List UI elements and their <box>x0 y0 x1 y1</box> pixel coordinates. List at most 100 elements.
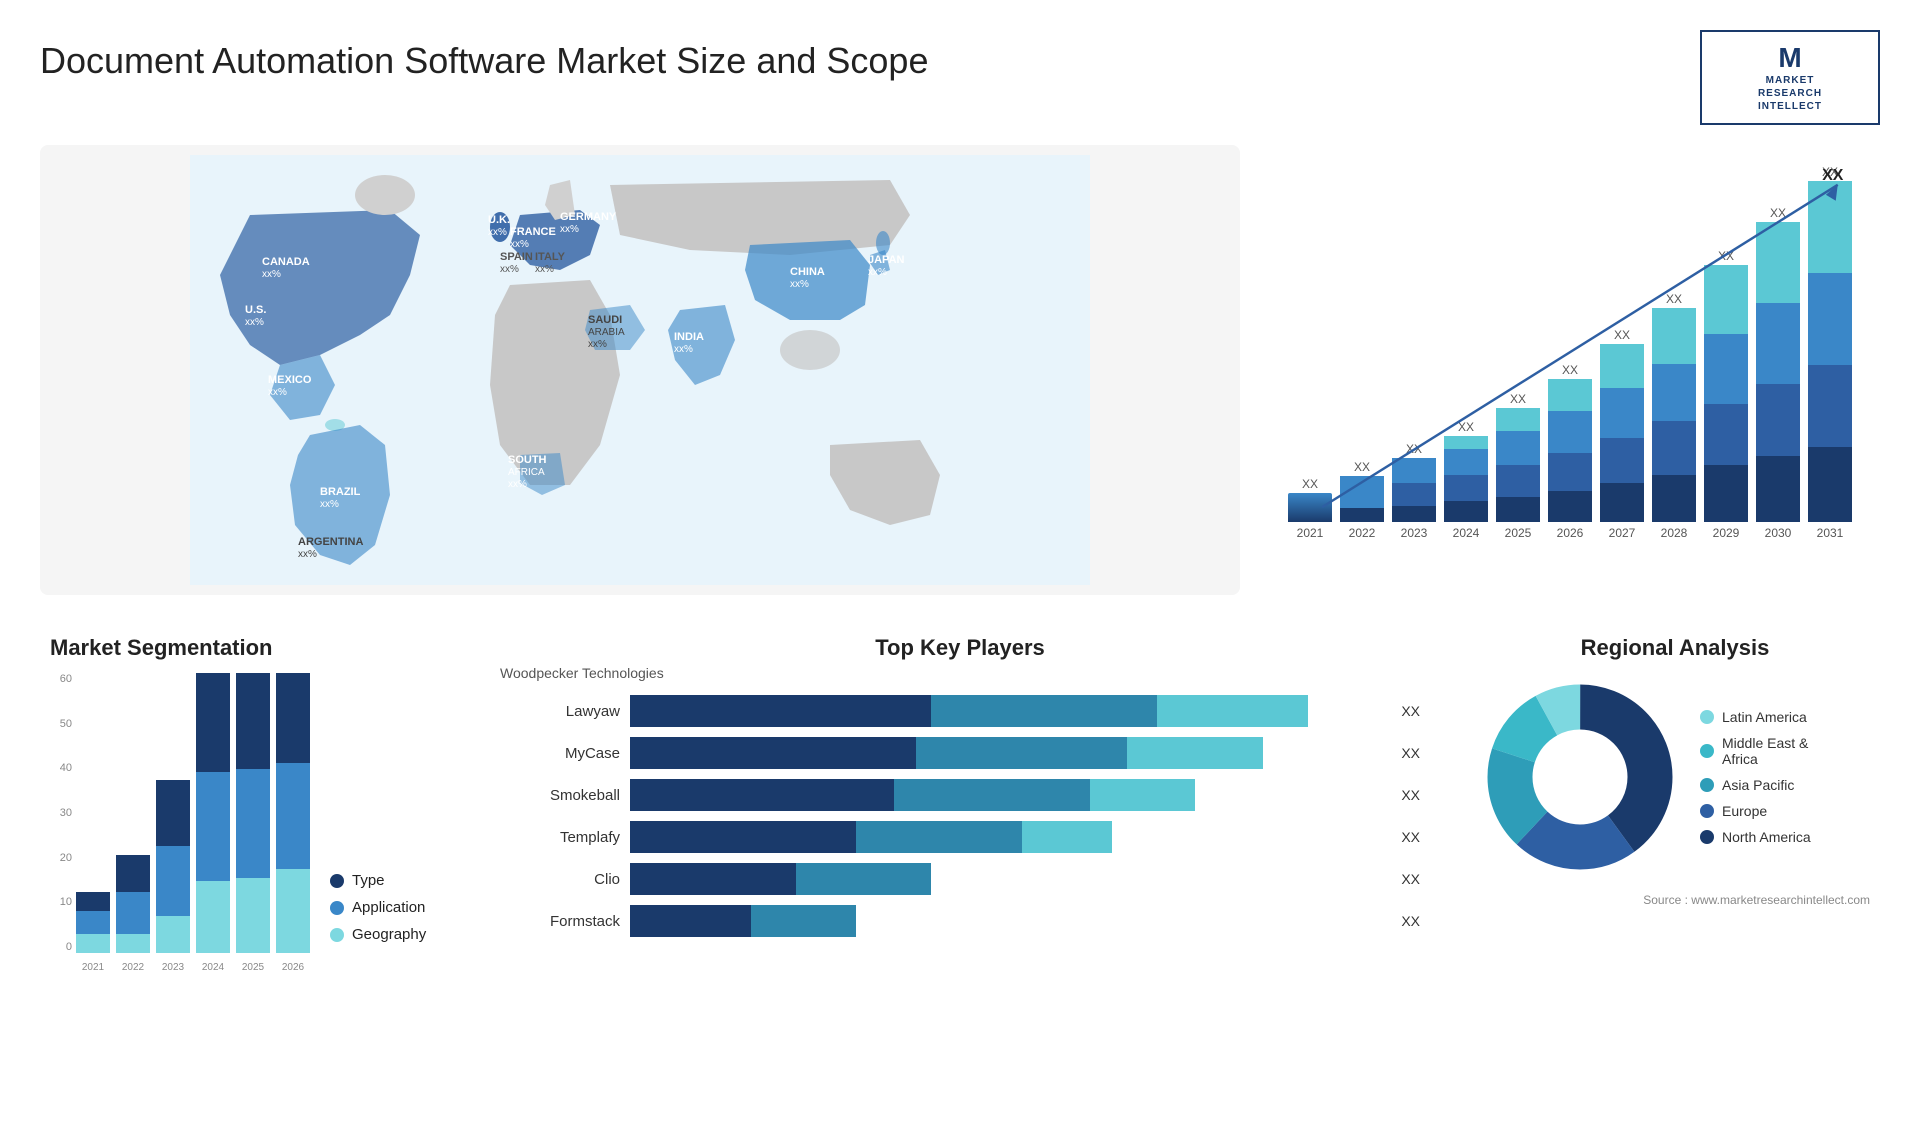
donut-center <box>1535 732 1625 822</box>
player-bar-mycase <box>630 737 1383 769</box>
svg-text:xx%: xx% <box>262 269 281 280</box>
legend-label-geography: Geography <box>352 926 426 943</box>
players-title: Top Key Players <box>500 635 1420 661</box>
logo: M MARKET RESEARCH INTELLECT <box>1700 30 1880 125</box>
y-label-0: 0 <box>50 941 72 953</box>
bar-seg2-templafy <box>856 821 1022 853</box>
bar-seg3-mycase <box>1127 737 1263 769</box>
legend-application: Application <box>330 899 426 916</box>
svg-text:xx%: xx% <box>298 549 317 560</box>
player-row-smokeball: Smokeball XX <box>500 779 1420 811</box>
growth-bar-chart: XX XX XX XX <box>1260 145 1880 595</box>
svg-text:xx%: xx% <box>320 499 339 510</box>
svg-text:xx%: xx% <box>245 317 264 328</box>
svg-text:xx%: xx% <box>790 279 809 290</box>
seg-x-2023: 2023 <box>156 962 190 973</box>
seg-x-2024: 2024 <box>196 962 230 973</box>
bar-seg3-templafy <box>1022 821 1112 853</box>
svg-text:SAUDI: SAUDI <box>588 314 622 326</box>
regional-content: Latin America Middle East &Africa Asia P… <box>1480 677 1870 877</box>
player-row-formstack: Formstack XX <box>500 905 1420 937</box>
seg-x-2022: 2022 <box>116 962 150 973</box>
y-label-30: 30 <box>50 807 72 819</box>
legend-type: Type <box>330 872 426 889</box>
player-row-templafy: Templafy XX <box>500 821 1420 853</box>
player-name-formstack: Formstack <box>500 913 620 930</box>
logo-text: MARKET RESEARCH INTELLECT <box>1758 74 1822 113</box>
player-name-templafy: Templafy <box>500 829 620 846</box>
y-label-40: 40 <box>50 762 72 774</box>
bar-seg1-formstack <box>630 905 751 937</box>
reg-label-asia-pacific: Asia Pacific <box>1722 777 1794 793</box>
svg-text:xx%: xx% <box>508 479 527 490</box>
player-bar-lawyaw <box>630 695 1383 727</box>
player-bar-smokeball <box>630 779 1383 811</box>
reg-label-europe: Europe <box>1722 803 1767 819</box>
seg-x-2021: 2021 <box>76 962 110 973</box>
svg-text:INDIA: INDIA <box>674 331 704 343</box>
segmentation-legend: Type Application Geography <box>330 872 426 973</box>
y-label-20: 20 <box>50 852 72 864</box>
svg-text:ARGENTINA: ARGENTINA <box>298 536 363 548</box>
svg-text:CANADA: CANADA <box>262 256 310 268</box>
bar-seg1-mycase <box>630 737 916 769</box>
reg-legend-asia-pacific: Asia Pacific <box>1700 777 1811 793</box>
players-subtitle: Woodpecker Technologies <box>500 665 1420 681</box>
regional-title: Regional Analysis <box>1480 635 1870 661</box>
bar-seg1-clio <box>630 863 796 895</box>
player-bar-clio <box>630 863 1383 895</box>
player-bar-templafy <box>630 821 1383 853</box>
player-row-clio: Clio XX <box>500 863 1420 895</box>
svg-text:xx%: xx% <box>588 339 607 350</box>
y-label-50: 50 <box>50 718 72 730</box>
bottom-row: Market Segmentation 0 10 20 30 40 50 60 <box>40 625 1880 1045</box>
svg-text:ARABIA: ARABIA <box>588 327 625 338</box>
y-label-60: 60 <box>50 673 72 685</box>
bar-seg3-smokeball <box>1090 779 1195 811</box>
reg-legend-north-america: North America <box>1700 829 1811 845</box>
reg-dot-north-america <box>1700 830 1714 844</box>
player-xx-templafy: XX <box>1401 829 1420 845</box>
legend-dot-application <box>330 901 344 915</box>
player-name-lawyaw: Lawyaw <box>500 703 620 720</box>
donut-svg <box>1480 677 1680 877</box>
player-xx-lawyaw: XX <box>1401 703 1420 719</box>
player-name-smokeball: Smokeball <box>500 787 620 804</box>
legend-dot-geography <box>330 928 344 942</box>
segmentation-title: Market Segmentation <box>50 635 450 661</box>
svg-text:SPAIN: SPAIN <box>500 251 533 263</box>
legend-label-type: Type <box>352 872 385 889</box>
logo-letter: M <box>1778 42 1801 74</box>
reg-legend-latin-america: Latin America <box>1700 709 1811 725</box>
bar-seg2-formstack <box>751 905 856 937</box>
bar-seg3-lawyaw <box>1157 695 1308 727</box>
world-map: CANADA xx% U.S. xx% MEXICO xx% BRAZIL xx… <box>40 145 1240 595</box>
top-key-players: Top Key Players Woodpecker Technologies … <box>480 625 1440 1045</box>
reg-legend-middle-east: Middle East &Africa <box>1700 735 1811 767</box>
bar-seg1-lawyaw <box>630 695 931 727</box>
player-row-mycase: MyCase XX <box>500 737 1420 769</box>
legend-label-application: Application <box>352 899 425 916</box>
svg-text:xx%: xx% <box>510 239 529 250</box>
regional-analysis: Regional Analysis <box>1460 625 1880 1045</box>
svg-text:xx%: xx% <box>488 227 507 238</box>
source-text: Source : www.marketresearchintellect.com <box>1480 893 1870 907</box>
map-svg: CANADA xx% U.S. xx% MEXICO xx% BRAZIL xx… <box>50 155 1230 585</box>
regional-legend: Latin America Middle East &Africa Asia P… <box>1700 709 1811 845</box>
reg-legend-europe: Europe <box>1700 803 1811 819</box>
bar-seg2-mycase <box>916 737 1127 769</box>
bar-seg2-clio <box>796 863 932 895</box>
svg-text:xx%: xx% <box>674 344 693 355</box>
svg-text:ITALY: ITALY <box>535 251 566 263</box>
player-name-clio: Clio <box>500 871 620 888</box>
bar-seg1-smokeball <box>630 779 894 811</box>
legend-dot-type <box>330 874 344 888</box>
player-name-mycase: MyCase <box>500 745 620 762</box>
reg-dot-asia-pacific <box>1700 778 1714 792</box>
reg-label-latin-america: Latin America <box>1722 709 1807 725</box>
svg-text:U.S.: U.S. <box>245 304 266 316</box>
reg-dot-middle-east <box>1700 744 1714 758</box>
svg-text:MEXICO: MEXICO <box>268 374 312 386</box>
segmentation-content: 0 10 20 30 40 50 60 <box>50 673 450 973</box>
svg-text:xx%: xx% <box>560 224 579 235</box>
